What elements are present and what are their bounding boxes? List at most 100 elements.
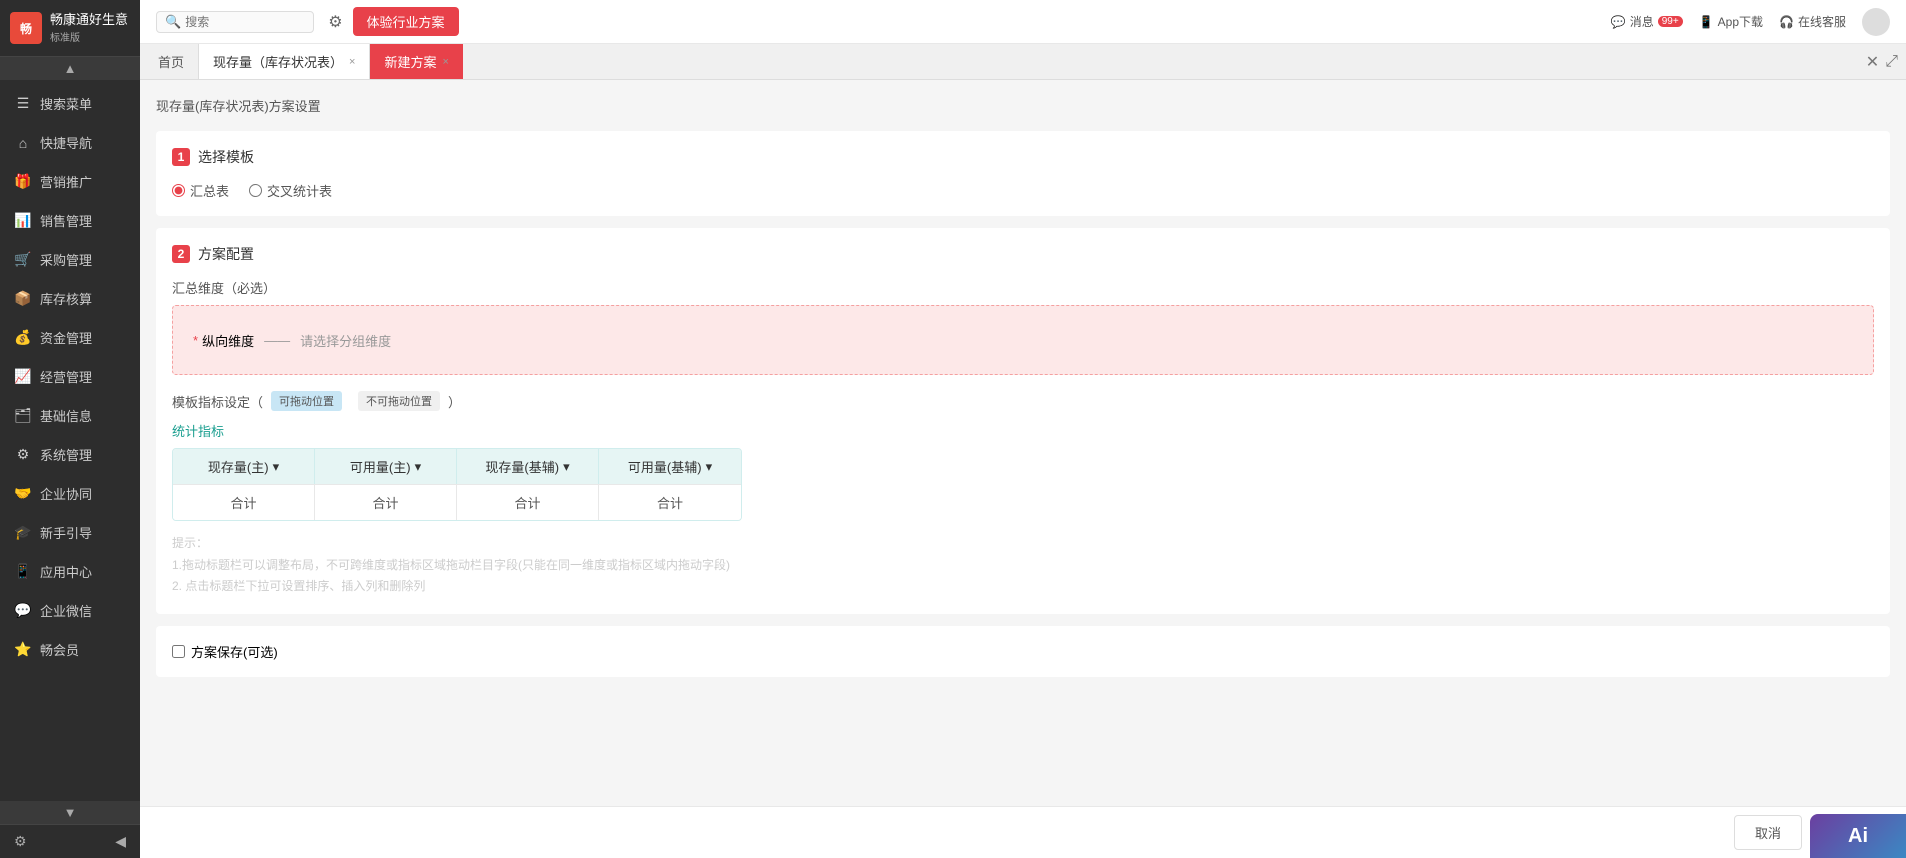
sidebar-item-inventory[interactable]: 📦 库存核算 (0, 279, 140, 318)
stats-col-3-header[interactable]: 现存量(基辅) ▾ (457, 449, 599, 484)
tab-new-close-icon[interactable]: × (442, 56, 448, 68)
sidebar-item-quick-nav[interactable]: ⌂ 快捷导航 (0, 123, 140, 162)
arrow-separator: —— (264, 333, 290, 348)
sidebar-item-label: 企业微信 (40, 601, 92, 620)
dimension-box[interactable]: * 纵向维度 —— 请选择分组维度 (172, 305, 1874, 375)
app-download-icon: 📱 (1699, 15, 1714, 29)
sidebar-item-business[interactable]: 📈 经营管理 (0, 357, 140, 396)
sidebar-item-purchase[interactable]: 🛒 采购管理 (0, 240, 140, 279)
stats-col-2-header[interactable]: 可用量(主) ▾ (315, 449, 457, 484)
messages-btn[interactable]: 💬 消息 99+ (1611, 13, 1683, 30)
sidebar-item-newguide[interactable]: 🎓 新手引导 (0, 513, 140, 552)
brand-name: 畅康通好生意 (50, 12, 128, 29)
sidebar-item-membership[interactable]: ⭐ 畅会员 (0, 630, 140, 669)
tabs-bar: 首页 现存量（库存状况表） × 新建方案 × ✕ ⤢ (140, 44, 1906, 80)
sidebar-item-label: 应用中心 (40, 562, 92, 581)
sidebar-item-appcenter[interactable]: 📱 应用中心 (0, 552, 140, 591)
step1-section: 1 选择模板 汇总表 交叉统计表 (156, 131, 1890, 216)
tab-close-btn[interactable]: ✕ (1866, 52, 1879, 72)
save-label: 方案保存(可选) (191, 642, 278, 661)
save-row-section: 方案保存(可选) (156, 626, 1890, 677)
footer: 取消 查询 (140, 806, 1906, 858)
ai-label: Ai (1848, 825, 1868, 848)
radio-crosstab[interactable]: 交叉统计表 (249, 181, 332, 200)
industry-btn[interactable]: 体验行业方案 (353, 7, 459, 36)
required-mark: * (193, 333, 198, 348)
sidebar-nav: ☰ 搜索菜单 ⌂ 快捷导航 🎁 营销推广 📊 销售管理 🛒 采购管理 📦 库存核… (0, 80, 140, 801)
sidebar-item-wechat[interactable]: 💬 企业微信 (0, 591, 140, 630)
wechat-icon: 💬 (14, 602, 32, 619)
online-service-label: 在线客服 (1798, 13, 1846, 30)
headset-icon: 🎧 (1779, 15, 1794, 29)
sidebar-item-enterprise[interactable]: 🤝 企业协同 (0, 474, 140, 513)
app-icon: 📱 (14, 563, 32, 580)
sidebar-item-basic[interactable]: 🗂 基础信息 (0, 396, 140, 435)
messages-badge: 99+ (1658, 16, 1683, 27)
page-title: 现存量(库存状况表)方案设置 (156, 96, 1890, 115)
dim-placeholder: 请选择分组维度 (300, 331, 391, 350)
stats-col-1-header[interactable]: 现存量(主) ▾ (173, 449, 315, 484)
tab-expand-btn[interactable]: ⤢ (1885, 53, 1898, 71)
radio-summary-label: 汇总表 (190, 181, 229, 200)
chevron-down-icon-1: ▾ (273, 459, 280, 475)
stats-col-4-header[interactable]: 可用量(基辅) ▾ (599, 449, 741, 484)
step2-section: 2 方案配置 汇总维度（必选） * 纵向维度 —— 请选择分组维度 模板指标设定… (156, 228, 1890, 614)
home-icon: ⌂ (14, 135, 32, 151)
collapse-icon[interactable]: ◀ (115, 833, 126, 850)
stats-col-2-body: 合计 (315, 484, 457, 520)
tip-2: 2. 点击标题栏下拉可设置排序、插入列和删除列 (172, 579, 425, 593)
sidebar-item-label: 资金管理 (40, 328, 92, 347)
ai-float-button[interactable]: Ai (1810, 814, 1906, 858)
tips-title: 提示： (172, 536, 208, 550)
settings-icon[interactable]: ⚙ (14, 833, 27, 850)
sidebar-bottom: ⚙ ◀ (0, 824, 140, 858)
stats-col-1-name: 现存量(主) (208, 457, 269, 476)
sidebar-scroll-up[interactable]: ▲ (0, 57, 140, 80)
sidebar-item-finance[interactable]: 💰 资金管理 (0, 318, 140, 357)
box-icon: 📦 (14, 290, 32, 307)
save-checkbox[interactable] (172, 645, 185, 658)
tab-new-scheme[interactable]: 新建方案 × (370, 44, 462, 79)
radio-crosstab-input[interactable] (249, 184, 262, 197)
indicator-label-text: 模板指标设定（ (172, 392, 263, 411)
money-icon: 💰 (14, 329, 32, 346)
cancel-button[interactable]: 取消 (1734, 815, 1802, 850)
radio-summary-input[interactable] (172, 184, 185, 197)
sidebar-item-label: 快捷导航 (40, 133, 92, 152)
sidebar-item-label: 系统管理 (40, 445, 92, 464)
tab-home-label: 首页 (158, 52, 184, 71)
online-service-btn[interactable]: 🎧 在线客服 (1779, 13, 1846, 30)
stats-col-1-body: 合计 (173, 484, 315, 520)
cart-icon: 🛒 (14, 251, 32, 268)
sidebar-scroll-down[interactable]: ▼ (0, 801, 140, 824)
tab-inventory-status[interactable]: 现存量（库存状况表） × (199, 44, 370, 79)
stats-col-4-body: 合计 (599, 484, 741, 520)
topbar-settings-icon[interactable]: ⚙ (328, 12, 342, 32)
search-input[interactable] (185, 15, 305, 29)
app-download-btn[interactable]: 📱 App下载 (1699, 13, 1763, 30)
sidebar-item-label: 新手引导 (40, 523, 92, 542)
topbar-right: 💬 消息 99+ 📱 App下载 🎧 在线客服 (1611, 8, 1890, 36)
tip-1: 1.拖动标题栏可以调整布局，不可跨维度或指标区域拖动栏目字段(只能在同一维度或指… (172, 558, 730, 572)
handshake-icon: 🤝 (14, 485, 32, 502)
avatar[interactable] (1862, 8, 1890, 36)
sidebar-item-sales[interactable]: 📊 销售管理 (0, 201, 140, 240)
chevron-down-icon-4: ▾ (706, 459, 713, 475)
search-menu-icon: ☰ (14, 95, 32, 112)
tab-inventory-status-label: 现存量（库存状况表） (213, 52, 343, 71)
sidebar-item-marketing[interactable]: 🎁 营销推广 (0, 162, 140, 201)
step1-header: 1 选择模板 (172, 147, 1874, 167)
radio-summary[interactable]: 汇总表 (172, 181, 229, 200)
stats-table-body: 合计 合计 合计 合计 (173, 484, 741, 520)
tab-inventory-close-icon[interactable]: × (349, 56, 355, 68)
sidebar-item-label: 库存核算 (40, 289, 92, 308)
tag-draggable: 可拖动位置 (271, 391, 342, 411)
stats-col-2-name: 可用量(主) (350, 457, 411, 476)
sidebar-item-system[interactable]: ⚙ 系统管理 (0, 435, 140, 474)
sidebar-item-search[interactable]: ☰ 搜索菜单 (0, 84, 140, 123)
search-box[interactable]: 🔍 (156, 11, 314, 33)
tabs-right-controls: ✕ ⤢ (1866, 52, 1902, 72)
tab-home[interactable]: 首页 (144, 44, 199, 79)
tag-fixed: 不可拖动位置 (358, 391, 440, 411)
brand-logo: 畅 (10, 12, 42, 44)
